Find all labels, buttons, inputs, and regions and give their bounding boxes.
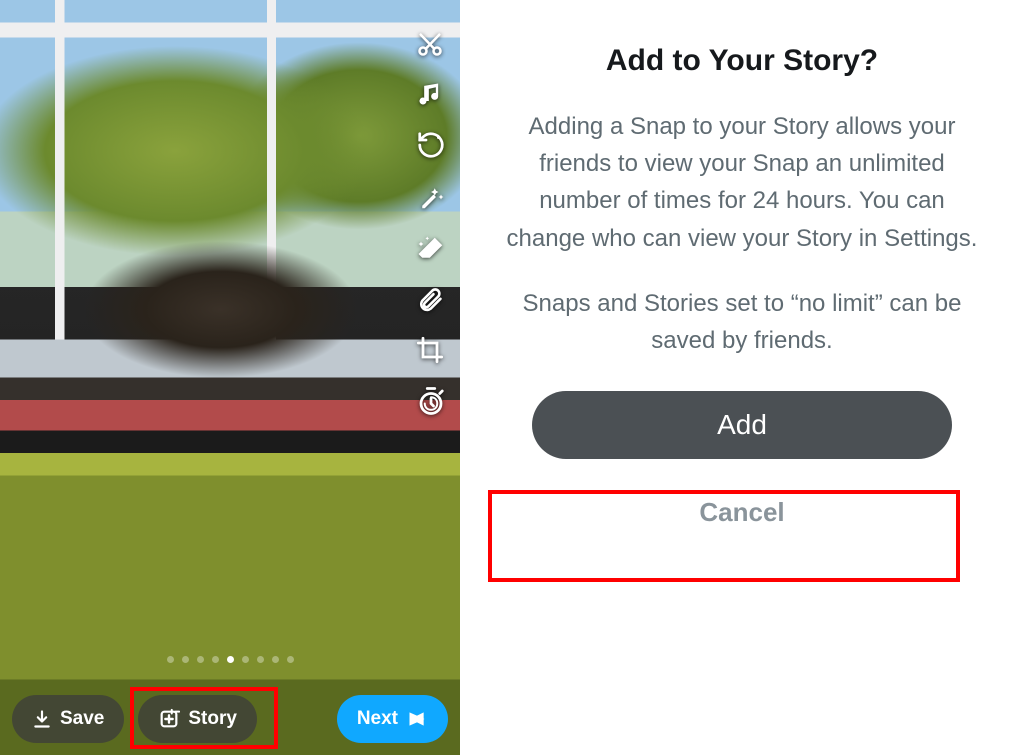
snap-photo: [0, 0, 460, 755]
magic-wand-icon[interactable]: [416, 182, 446, 212]
story-button[interactable]: Story: [138, 695, 257, 743]
dialog-body-text: Adding a Snap to your Story allows your …: [500, 108, 984, 257]
edit-tools-strip: [416, 30, 446, 416]
story-label: Story: [188, 708, 237, 730]
snap-editor-panel: Save Story Next: [0, 0, 460, 755]
crop-icon[interactable]: [416, 336, 446, 364]
add-button[interactable]: Add: [532, 391, 952, 459]
dialog-title: Add to Your Story?: [500, 44, 984, 78]
filter-pagination[interactable]: [0, 656, 460, 663]
next-label: Next: [357, 708, 398, 730]
eraser-icon[interactable]: [416, 234, 446, 264]
bottom-action-bar: Save Story Next: [0, 695, 460, 743]
save-label: Save: [60, 708, 104, 730]
paperclip-icon[interactable]: [416, 286, 446, 314]
cancel-button[interactable]: Cancel: [699, 497, 784, 528]
rewind-icon[interactable]: [416, 130, 446, 160]
dialog-sub-text: Snaps and Stories set to “no limit” can …: [500, 285, 984, 359]
next-button[interactable]: Next: [337, 695, 448, 743]
music-icon[interactable]: [416, 80, 446, 108]
add-to-story-dialog: Add to Your Story? Adding a Snap to your…: [460, 0, 1024, 755]
save-button[interactable]: Save: [12, 695, 124, 743]
scissors-icon[interactable]: [416, 30, 446, 58]
timer-icon[interactable]: [416, 386, 446, 416]
